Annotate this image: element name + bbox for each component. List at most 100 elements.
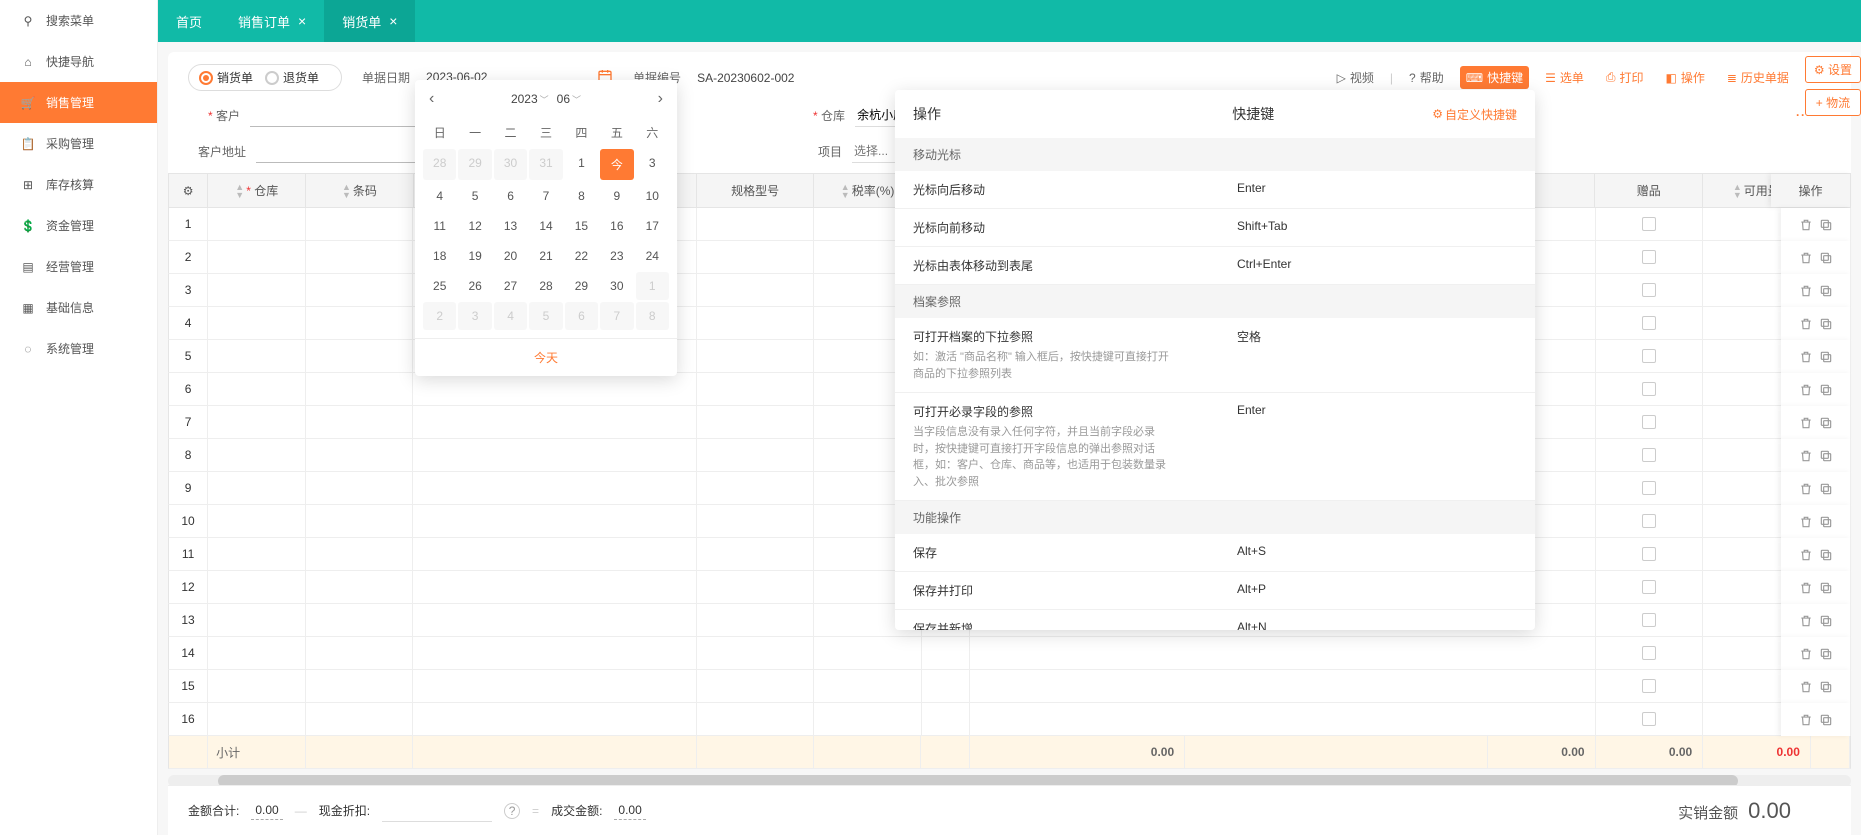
calendar-day[interactable]: 30	[494, 149, 527, 180]
col-barcode[interactable]: ▲▼条码	[306, 174, 414, 207]
calendar-day[interactable]: 14	[529, 212, 562, 240]
radio-sale[interactable]: 销货单	[199, 69, 253, 86]
gift-checkbox[interactable]	[1642, 316, 1656, 330]
sidebar-item-5[interactable]: 💲资金管理	[0, 205, 157, 246]
history-button[interactable]: ≣历史单据	[1721, 66, 1795, 89]
print-button[interactable]: ⎙打印	[1600, 66, 1650, 89]
calendar-day[interactable]: 22	[565, 242, 598, 270]
delete-icon[interactable]	[1799, 581, 1813, 595]
calendar-year[interactable]: 2023	[511, 92, 549, 106]
calendar-day[interactable]: 28	[423, 149, 456, 180]
gift-checkbox[interactable]	[1642, 382, 1656, 396]
calendar-day[interactable]: 5	[529, 302, 562, 330]
logistics-button[interactable]: + 物流	[1805, 89, 1861, 116]
delete-icon[interactable]	[1799, 548, 1813, 562]
copy-icon[interactable]	[1819, 284, 1833, 298]
delete-icon[interactable]	[1799, 383, 1813, 397]
delete-icon[interactable]	[1799, 317, 1813, 331]
select-bill-button[interactable]: ☰选单	[1539, 66, 1590, 89]
copy-icon[interactable]	[1819, 647, 1833, 661]
calendar-day[interactable]: 20	[494, 242, 527, 270]
delete-icon[interactable]	[1799, 482, 1813, 496]
calendar-day[interactable]: 13	[494, 212, 527, 240]
gift-checkbox[interactable]	[1642, 415, 1656, 429]
delete-icon[interactable]	[1799, 218, 1813, 232]
gift-checkbox[interactable]	[1642, 448, 1656, 462]
calendar-day[interactable]: 29	[458, 149, 491, 180]
calendar-day[interactable]: 12	[458, 212, 491, 240]
delete-icon[interactable]	[1799, 647, 1813, 661]
help-icon[interactable]: ?	[504, 803, 520, 819]
delete-icon[interactable]	[1799, 680, 1813, 694]
calendar-today-button[interactable]: 今天	[415, 338, 677, 376]
calendar-day[interactable]: 1	[636, 272, 669, 300]
sidebar-item-1[interactable]: ⌂快捷导航	[0, 41, 157, 82]
calendar-day[interactable]: 9	[600, 182, 633, 210]
gift-checkbox[interactable]	[1642, 283, 1656, 297]
calendar-day[interactable]: 29	[565, 272, 598, 300]
copy-icon[interactable]	[1819, 251, 1833, 265]
sidebar-item-4[interactable]: ⊞库存核算	[0, 164, 157, 205]
delete-icon[interactable]	[1799, 284, 1813, 298]
calendar-day[interactable]: 10	[636, 182, 669, 210]
copy-icon[interactable]	[1819, 350, 1833, 364]
sidebar-item-2[interactable]: 🛒销售管理	[0, 82, 157, 123]
gift-checkbox[interactable]	[1642, 646, 1656, 660]
sidebar-item-6[interactable]: ▤经营管理	[0, 246, 157, 287]
radio-return[interactable]: 退货单	[265, 69, 319, 86]
calendar-day[interactable]: 8	[636, 302, 669, 330]
copy-icon[interactable]	[1819, 383, 1833, 397]
copy-icon[interactable]	[1819, 317, 1833, 331]
close-icon[interactable]: ×	[389, 13, 397, 29]
calendar-day[interactable]: 30	[600, 272, 633, 300]
sidebar-item-8[interactable]: ◌系统管理	[0, 328, 157, 369]
copy-icon[interactable]	[1819, 713, 1833, 727]
gift-checkbox[interactable]	[1642, 580, 1656, 594]
calendar-day[interactable]: 11	[423, 212, 456, 240]
tab-1[interactable]: 销售订单×	[220, 0, 324, 42]
table-row[interactable]: 16	[168, 703, 1851, 736]
calendar-day[interactable]: 25	[423, 272, 456, 300]
delete-icon[interactable]	[1799, 416, 1813, 430]
gift-checkbox[interactable]	[1642, 613, 1656, 627]
calendar-day[interactable]: 2	[423, 302, 456, 330]
settings-button[interactable]: ⚙ 设置	[1805, 56, 1861, 83]
copy-icon[interactable]	[1819, 548, 1833, 562]
col-gift[interactable]: 赠品	[1595, 174, 1703, 207]
copy-icon[interactable]	[1819, 614, 1833, 628]
gift-checkbox[interactable]	[1642, 250, 1656, 264]
copy-icon[interactable]	[1819, 416, 1833, 430]
calendar-day[interactable]: 16	[600, 212, 633, 240]
operate-button[interactable]: ◧操作	[1660, 66, 1711, 89]
gift-checkbox[interactable]	[1642, 712, 1656, 726]
copy-icon[interactable]	[1819, 515, 1833, 529]
tab-0[interactable]: 首页	[158, 0, 220, 42]
delete-icon[interactable]	[1799, 251, 1813, 265]
calendar-day[interactable]: 24	[636, 242, 669, 270]
calendar-day[interactable]: 5	[458, 182, 491, 210]
copy-icon[interactable]	[1819, 482, 1833, 496]
delete-icon[interactable]	[1799, 515, 1813, 529]
shortcut-button[interactable]: ⌨快捷键	[1460, 66, 1529, 89]
calendar-day[interactable]: 31	[529, 149, 562, 180]
col-gear[interactable]: ⚙	[169, 174, 208, 207]
sidebar-item-7[interactable]: ▦基础信息	[0, 287, 157, 328]
tab-2[interactable]: 销货单×	[324, 0, 415, 42]
copy-icon[interactable]	[1819, 449, 1833, 463]
copy-icon[interactable]	[1819, 680, 1833, 694]
calendar-day[interactable]: 1	[565, 149, 598, 180]
calendar-day[interactable]: 4	[423, 182, 456, 210]
col-spec[interactable]: 规格型号	[697, 174, 814, 207]
copy-icon[interactable]	[1819, 218, 1833, 232]
table-row[interactable]: 14	[168, 637, 1851, 670]
calendar-day[interactable]: 今	[600, 149, 633, 180]
calendar-day[interactable]: 7	[529, 182, 562, 210]
discount-input[interactable]	[382, 799, 492, 822]
calendar-day[interactable]: 17	[636, 212, 669, 240]
col-warehouse[interactable]: ▲▼仓库	[208, 174, 306, 207]
calendar-day[interactable]: 27	[494, 272, 527, 300]
calendar-day[interactable]: 21	[529, 242, 562, 270]
gift-checkbox[interactable]	[1642, 217, 1656, 231]
gift-checkbox[interactable]	[1642, 514, 1656, 528]
calendar-next[interactable]: ›	[658, 90, 663, 108]
